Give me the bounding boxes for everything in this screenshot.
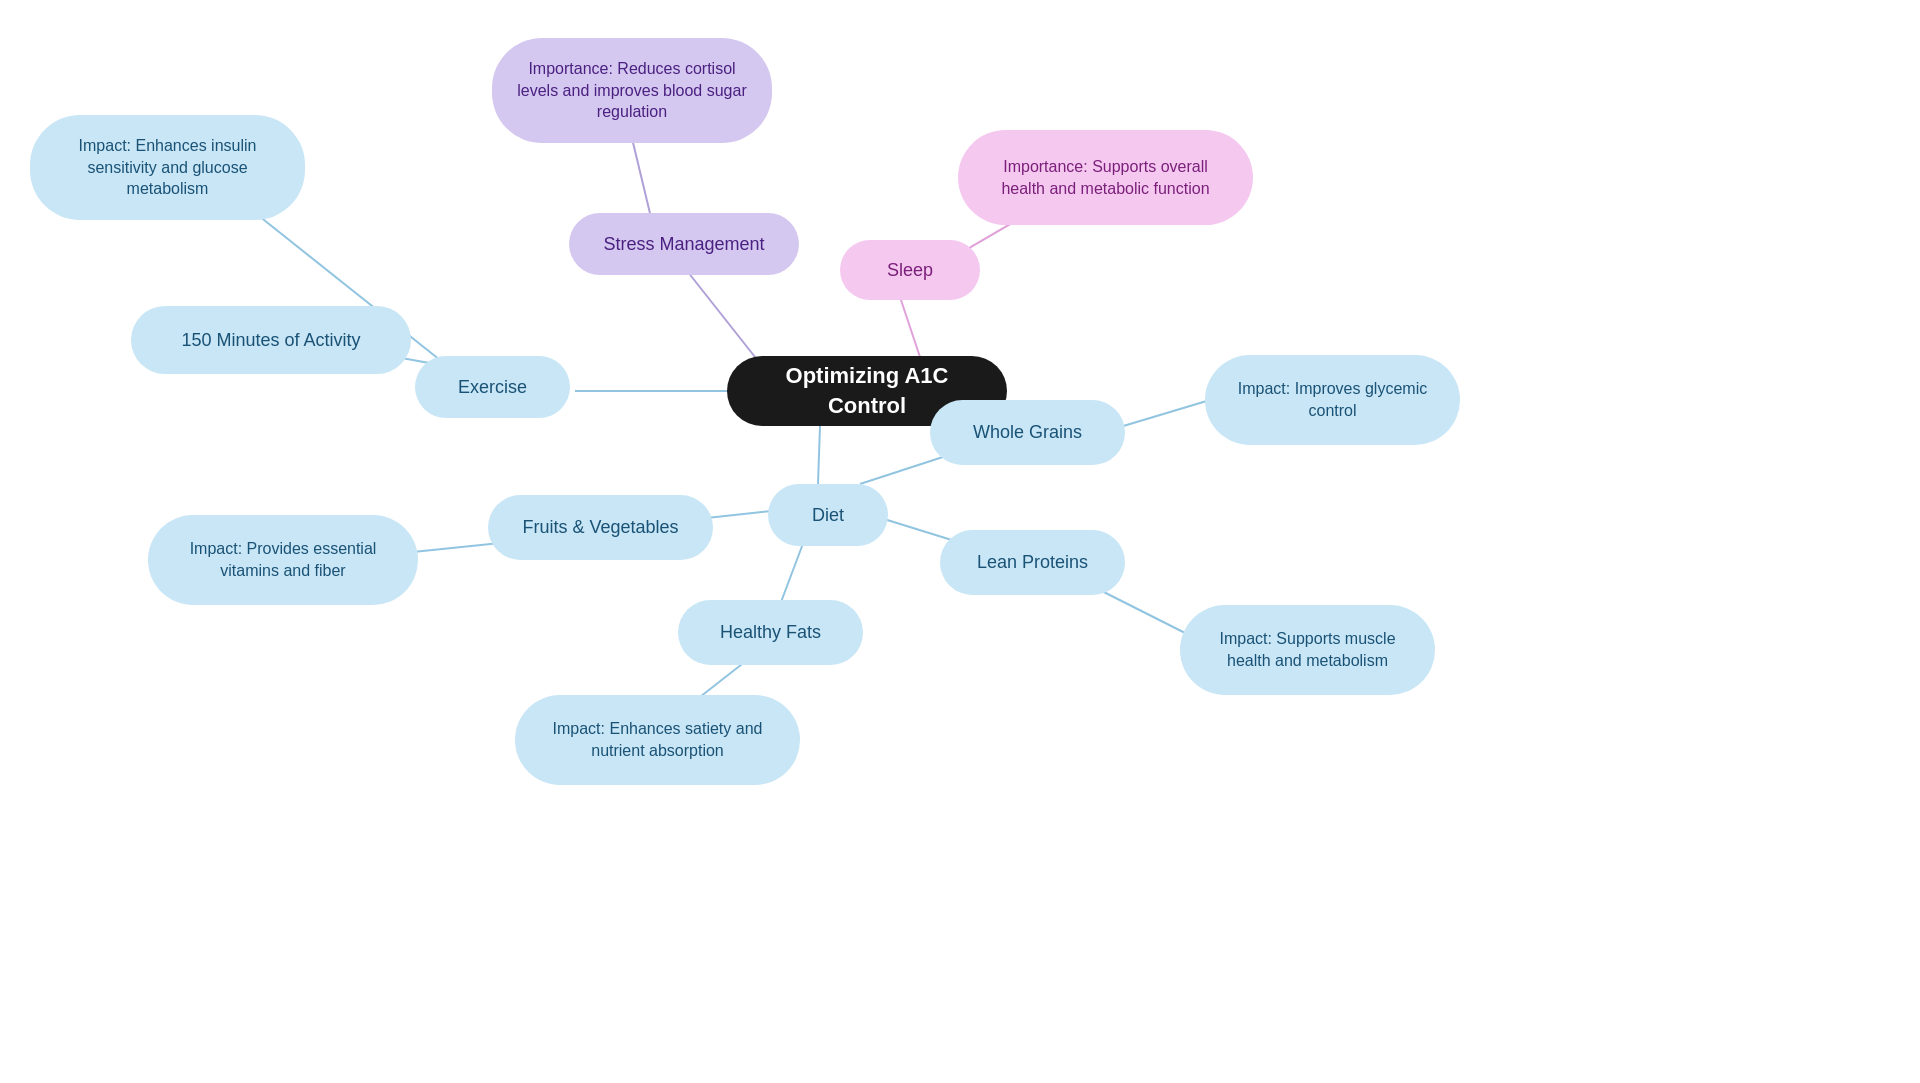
healthy-fats-node: Healthy Fats bbox=[678, 600, 863, 665]
glycemic-impact-node: Impact: Improves glycemic control bbox=[1205, 355, 1460, 445]
activity-node: 150 Minutes of Activity bbox=[131, 306, 411, 374]
stress-node: Stress Management bbox=[569, 213, 799, 275]
lean-proteins-node: Lean Proteins bbox=[940, 530, 1125, 595]
insulin-impact-node: Impact: Enhances insulin sensitivity and… bbox=[30, 115, 305, 220]
whole-grains-node: Whole Grains bbox=[930, 400, 1125, 465]
svg-line-7 bbox=[818, 426, 820, 484]
satiety-impact-node: Impact: Enhances satiety and nutrient ab… bbox=[515, 695, 800, 785]
svg-line-3 bbox=[680, 262, 755, 357]
stress-importance-node: Importance: Reduces cortisol levels and … bbox=[492, 38, 772, 143]
fruits-veg-node: Fruits & Vegetables bbox=[488, 495, 713, 560]
diet-node: Diet bbox=[768, 484, 888, 546]
vitamins-impact-node: Impact: Provides essential vitamins and … bbox=[148, 515, 418, 605]
svg-line-12 bbox=[1110, 400, 1210, 430]
sleep-importance-node: Importance: Supports overall health and … bbox=[958, 130, 1253, 225]
sleep-node: Sleep bbox=[840, 240, 980, 300]
exercise-node: Exercise bbox=[415, 356, 570, 418]
muscle-impact-node: Impact: Supports muscle health and metab… bbox=[1180, 605, 1435, 695]
